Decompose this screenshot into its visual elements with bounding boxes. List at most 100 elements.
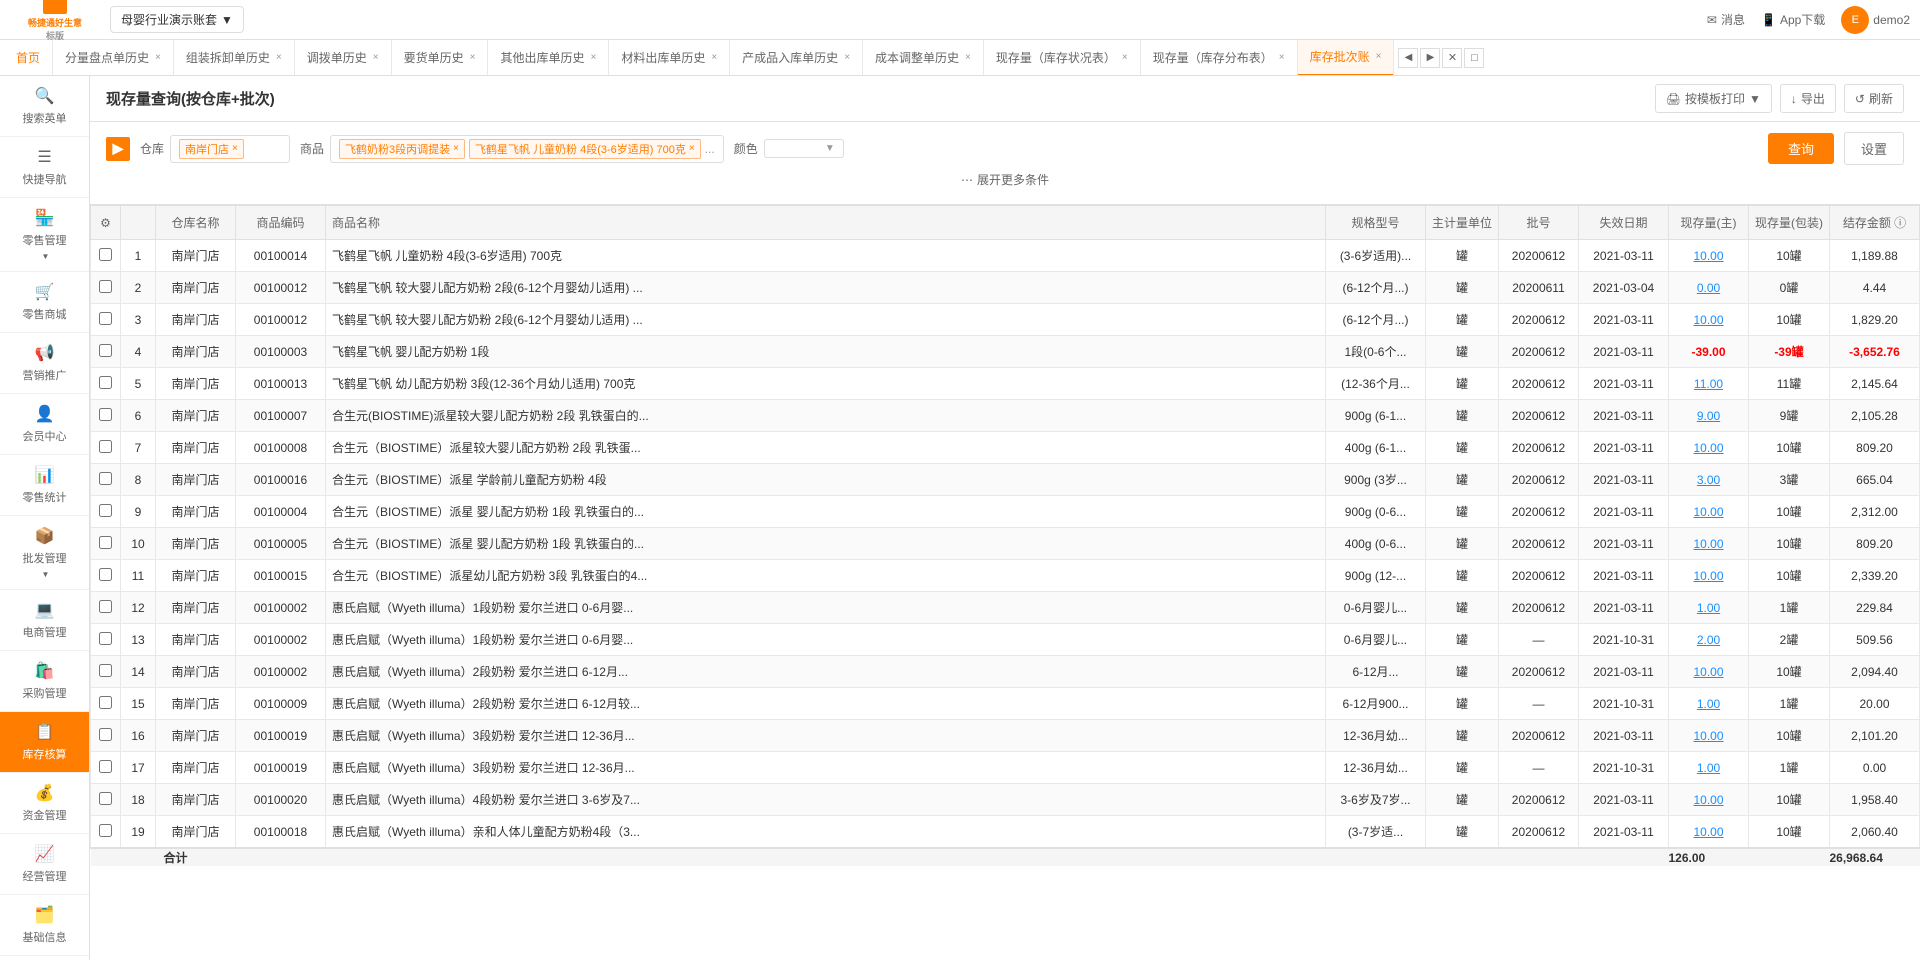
- td-stock-main[interactable]: 10.00: [1669, 528, 1749, 560]
- td-stock-main[interactable]: 11.00: [1669, 368, 1749, 400]
- td-stock-main[interactable]: 9.00: [1669, 400, 1749, 432]
- nav-maximize[interactable]: □: [1464, 48, 1484, 68]
- app-download-btn[interactable]: 📱 App下载: [1761, 11, 1825, 28]
- row-checkbox[interactable]: [99, 472, 112, 485]
- close-icon[interactable]: ×: [1376, 51, 1382, 62]
- sidebar-item-purchase[interactable]: 🛍️ 采购管理: [0, 651, 89, 712]
- sidebar-item-finance[interactable]: 💰 资金管理: [0, 773, 89, 834]
- td-stock-main[interactable]: 2.00: [1669, 624, 1749, 656]
- sidebar-item-marketing[interactable]: 📢 营销推广: [0, 333, 89, 394]
- tab-cheng-ben[interactable]: 成本调整单历史 ×: [863, 40, 984, 76]
- td-stock-main[interactable]: 10.00: [1669, 240, 1749, 272]
- row-checkbox[interactable]: [99, 280, 112, 293]
- sidebar-item-inventory[interactable]: 📋 库存核算: [0, 712, 89, 773]
- filter-expand-more[interactable]: ⋯ 展开更多条件: [106, 165, 1904, 194]
- btn-settings[interactable]: 设置: [1844, 132, 1904, 165]
- th-gear[interactable]: ⚙: [91, 206, 121, 240]
- color-filter-input[interactable]: ▼: [764, 139, 844, 158]
- sidebar-item-search[interactable]: 🔍 搜索英单: [0, 76, 89, 137]
- nav-scroll-right[interactable]: ▶: [1420, 48, 1440, 68]
- row-checkbox[interactable]: [99, 568, 112, 581]
- row-checkbox[interactable]: [99, 344, 112, 357]
- td-stock-main[interactable]: -39.00: [1669, 336, 1749, 368]
- row-checkbox[interactable]: [99, 792, 112, 805]
- tab-fen-pan[interactable]: 分量盘点单历史 ×: [53, 40, 174, 76]
- close-icon[interactable]: ×: [1279, 52, 1285, 63]
- td-stock-main[interactable]: 10.00: [1669, 560, 1749, 592]
- sidebar-item-retail[interactable]: 🏪 零售管理 ▼: [0, 198, 89, 272]
- tab-zu-zhuai[interactable]: 组装拆卸单历史 ×: [174, 40, 295, 76]
- tab-home[interactable]: 首页: [4, 40, 53, 76]
- filter-expand-btn[interactable]: ▶: [106, 137, 130, 161]
- sidebar-item-retail-shop[interactable]: 🛒 零售商城: [0, 272, 89, 333]
- user-area[interactable]: E demo2: [1841, 6, 1910, 34]
- sidebar-item-operation[interactable]: 📈 经营管理: [0, 834, 89, 895]
- close-icon[interactable]: ×: [155, 52, 161, 63]
- row-checkbox[interactable]: [99, 632, 112, 645]
- close-icon[interactable]: ×: [965, 52, 971, 63]
- sidebar-item-system[interactable]: ⚙️ 系统管理: [0, 956, 89, 960]
- sidebar-item-search-label: 搜索英单: [23, 110, 67, 126]
- tab-tiao-bo[interactable]: 调拨单历史 ×: [295, 40, 392, 76]
- row-checkbox[interactable]: [99, 408, 112, 421]
- td-stock-main[interactable]: 10.00: [1669, 496, 1749, 528]
- tab-ku-cun-pi[interactable]: 库存批次账 ×: [1298, 40, 1395, 76]
- close-icon[interactable]: ×: [373, 52, 379, 63]
- warehouse-tag-close[interactable]: ×: [232, 143, 238, 154]
- td-stock-main[interactable]: 10.00: [1669, 432, 1749, 464]
- close-icon[interactable]: ×: [711, 52, 717, 63]
- warehouse-filter-input[interactable]: 南岸门店 ×: [170, 135, 290, 163]
- td-stock-main[interactable]: 0.00: [1669, 272, 1749, 304]
- tab-qi-ta[interactable]: 其他出库单历史 ×: [488, 40, 609, 76]
- messages-btn[interactable]: ✉ 消息: [1707, 11, 1745, 28]
- close-icon[interactable]: ×: [470, 52, 476, 63]
- tab-yao-huo[interactable]: 要货单历史 ×: [392, 40, 489, 76]
- td-stock-main[interactable]: 1.00: [1669, 592, 1749, 624]
- btn-refresh[interactable]: ↺ 刷新: [1844, 84, 1904, 113]
- row-checkbox[interactable]: [99, 248, 112, 261]
- td-stock-main[interactable]: 1.00: [1669, 688, 1749, 720]
- close-icon[interactable]: ×: [276, 52, 282, 63]
- nav-close-all[interactable]: ✕: [1442, 48, 1462, 68]
- close-icon[interactable]: ×: [844, 52, 850, 63]
- sidebar-item-member[interactable]: 👤 会员中心: [0, 394, 89, 455]
- btn-search[interactable]: 查询: [1768, 133, 1834, 164]
- row-checkbox[interactable]: [99, 600, 112, 613]
- sidebar-item-wholesale[interactable]: 📦 批发管理 ▼: [0, 516, 89, 590]
- sidebar-item-basic[interactable]: 🗂️ 基础信息: [0, 895, 89, 956]
- sidebar-item-ecommerce[interactable]: 💻 电商管理: [0, 590, 89, 651]
- td-stock-main[interactable]: 10.00: [1669, 816, 1749, 849]
- td-stock-main[interactable]: 10.00: [1669, 784, 1749, 816]
- td-stock-main[interactable]: 10.00: [1669, 656, 1749, 688]
- table-row: 11南岸门店00100015合生元（BIOSTIME）派星幼儿配方奶粉 3段 乳…: [91, 560, 1920, 592]
- tab-chan-pin[interactable]: 产成品入库单历史 ×: [730, 40, 863, 76]
- row-checkbox[interactable]: [99, 440, 112, 453]
- td-stock-main[interactable]: 10.00: [1669, 304, 1749, 336]
- goods-tag-2-close[interactable]: ×: [689, 143, 695, 154]
- row-checkbox[interactable]: [99, 664, 112, 677]
- close-icon[interactable]: ×: [590, 52, 596, 63]
- row-checkbox[interactable]: [99, 696, 112, 709]
- btn-template-print[interactable]: 🖨 按模板打印 ▼: [1655, 84, 1772, 113]
- row-checkbox[interactable]: [99, 824, 112, 837]
- td-stock-main[interactable]: 3.00: [1669, 464, 1749, 496]
- tab-xian-cun-fenpei[interactable]: 现存量（库存分布表） ×: [1141, 40, 1298, 76]
- goods-tag-1-close[interactable]: ×: [453, 143, 459, 154]
- row-checkbox[interactable]: [99, 760, 112, 773]
- nav-scroll-left[interactable]: ◀: [1398, 48, 1418, 68]
- tab-xian-cun-kucun[interactable]: 现存量（库存状况表） ×: [984, 40, 1141, 76]
- btn-export[interactable]: ↓ 导出: [1780, 84, 1836, 113]
- td-stock-main[interactable]: 1.00: [1669, 752, 1749, 784]
- close-icon[interactable]: ×: [1122, 52, 1128, 63]
- tab-cai-liao[interactable]: 材料出库单历史 ×: [609, 40, 730, 76]
- row-checkbox[interactable]: [99, 312, 112, 325]
- workspace-selector[interactable]: 母婴行业演示账套 ▼: [110, 6, 244, 33]
- row-checkbox[interactable]: [99, 536, 112, 549]
- sidebar-item-nav[interactable]: ☰ 快捷导航: [0, 137, 89, 198]
- sidebar-item-stats[interactable]: 📊 零售统计: [0, 455, 89, 516]
- row-checkbox[interactable]: [99, 728, 112, 741]
- goods-filter-input[interactable]: 飞鹤奶粉3段丙调提装 × 飞鹤星飞帆 儿童奶粉 4段(3-6岁适用) 700克 …: [330, 135, 724, 163]
- row-checkbox[interactable]: [99, 504, 112, 517]
- td-stock-main[interactable]: 10.00: [1669, 720, 1749, 752]
- row-checkbox[interactable]: [99, 376, 112, 389]
